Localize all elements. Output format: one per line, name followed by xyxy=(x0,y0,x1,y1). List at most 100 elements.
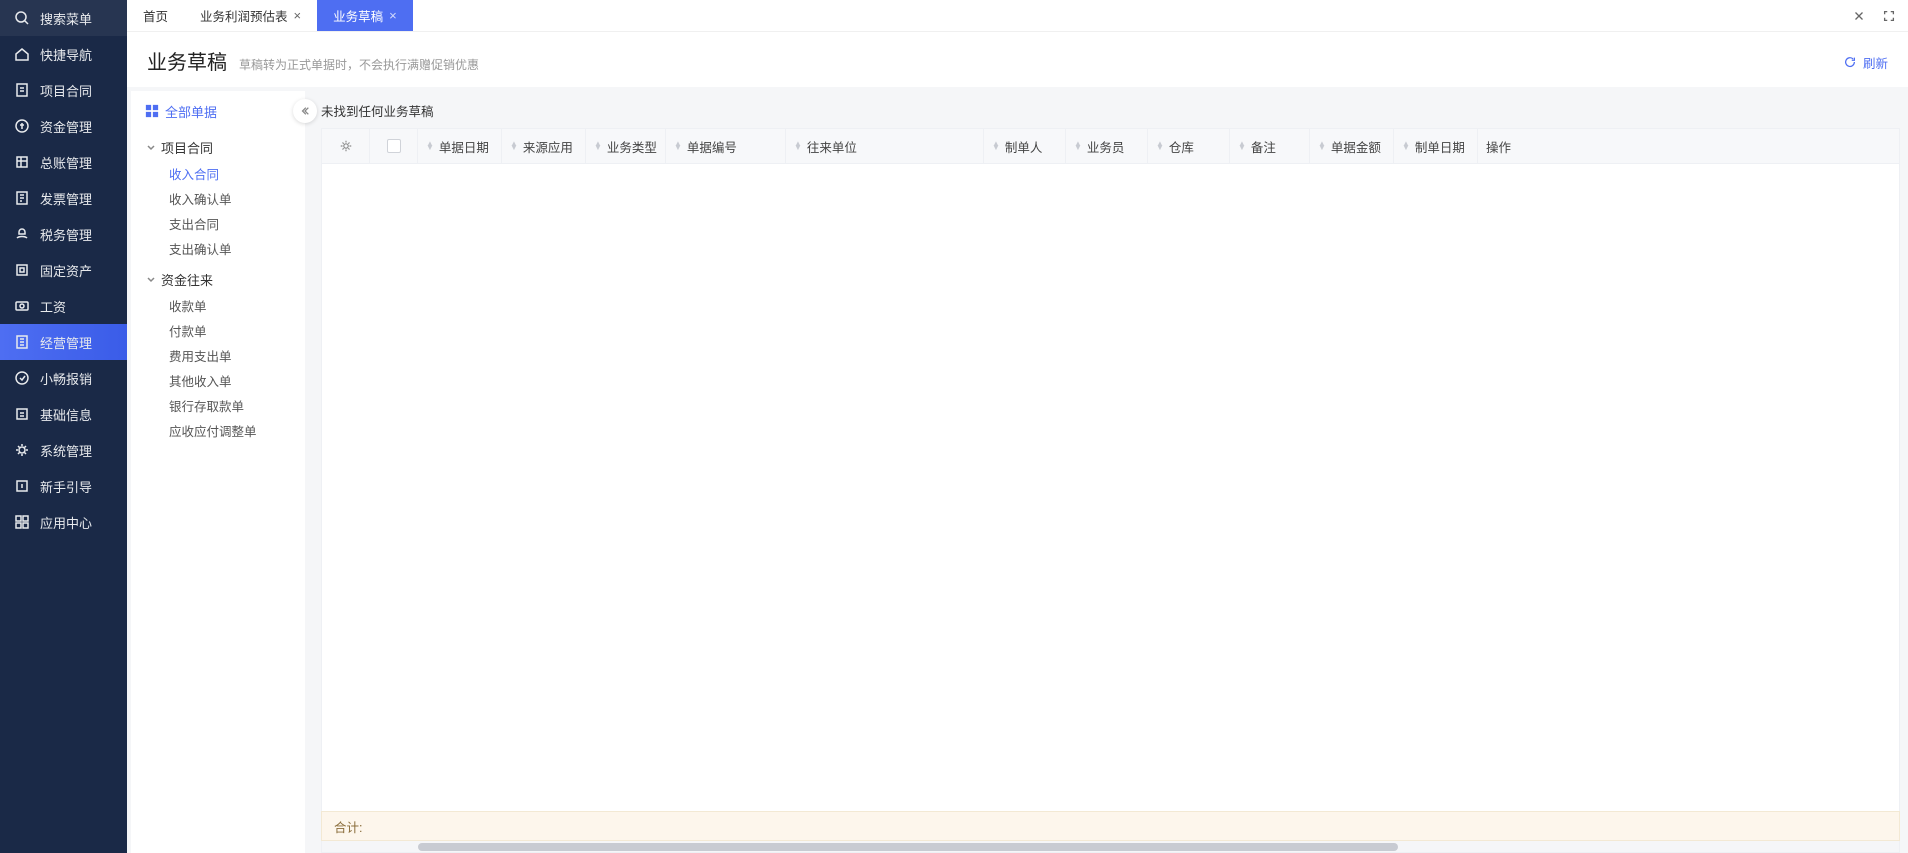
sort-icon: ▲▼ xyxy=(674,142,682,150)
column-header-action: 操作 xyxy=(1478,129,1562,163)
tab-close-icon[interactable]: × xyxy=(294,8,302,23)
tab[interactable]: 首页 xyxy=(127,0,184,31)
sidebar-item-label: 快捷导航 xyxy=(40,45,92,64)
sidebar-item-label: 发票管理 xyxy=(40,189,92,208)
sidebar-item-salary[interactable]: 工资 xyxy=(0,288,127,324)
sidebar-item-home[interactable]: 快捷导航 xyxy=(0,36,127,72)
tree-group-header[interactable]: 资金往来 xyxy=(131,265,305,293)
tab-label: 首页 xyxy=(143,6,168,25)
tree-item[interactable]: 其他收入单 xyxy=(131,368,305,393)
column-header-date[interactable]: ▲▼单据日期 xyxy=(418,129,502,163)
sidebar-item-label: 资金管理 xyxy=(40,117,92,136)
column-label: 业务类型 xyxy=(607,137,657,156)
page-header: 业务草稿 草稿转为正式单据时，不会执行满赠促销优惠 刷新 xyxy=(127,32,1908,87)
column-label: 来源应用 xyxy=(523,137,573,156)
sidebar-item-guide[interactable]: 新手引导 xyxy=(0,468,127,504)
column-header-sales[interactable]: ▲▼业务员 xyxy=(1066,129,1148,163)
panel-title-label: 全部单据 xyxy=(165,102,217,121)
column-label: 单据金额 xyxy=(1331,137,1381,156)
page-subtitle: 草稿转为正式单据时，不会执行满赠促销优惠 xyxy=(239,56,479,73)
column-label: 操作 xyxy=(1486,137,1511,156)
scrollbar-thumb[interactable] xyxy=(418,843,1398,851)
tax-icon xyxy=(14,226,30,242)
sidebar-item-label: 项目合同 xyxy=(40,81,92,100)
sidebar-item-label: 工资 xyxy=(40,297,66,316)
sidebar-item-label: 固定资产 xyxy=(40,261,92,280)
sidebar-item-label: 经营管理 xyxy=(40,333,92,352)
tree-item[interactable]: 收入合同 xyxy=(131,161,305,186)
tree-item[interactable]: 应收应付调整单 xyxy=(131,418,305,443)
refresh-button[interactable]: 刷新 xyxy=(1843,53,1888,72)
tree-item[interactable]: 支出合同 xyxy=(131,211,305,236)
sidebar-item-apps[interactable]: 应用中心 xyxy=(0,504,127,540)
apps-icon xyxy=(14,514,30,530)
panel-all-docs[interactable]: 全部单据 xyxy=(131,91,305,131)
column-label: 制单日期 xyxy=(1415,137,1465,156)
column-header-no[interactable]: ▲▼ 单据编号 xyxy=(666,129,786,163)
column-label: 单据编号 xyxy=(687,137,737,156)
column-header-source[interactable]: ▲▼ 来源应用 xyxy=(502,129,586,163)
sidebar-item-tax[interactable]: 税务管理 xyxy=(0,216,127,252)
fullscreen-icon[interactable] xyxy=(1880,7,1898,25)
tree-item[interactable]: 银行存取款单 xyxy=(131,393,305,418)
sidebar-item-label: 小畅报销 xyxy=(40,369,92,388)
tree-group-label: 项目合同 xyxy=(161,138,213,157)
tab-close-icon[interactable]: × xyxy=(389,8,397,23)
sort-icon: ▲▼ xyxy=(794,142,802,150)
column-header-warehouse[interactable]: ▲▼仓库 xyxy=(1148,129,1230,163)
sidebar-item-invoice[interactable]: 发票管理 xyxy=(0,180,127,216)
column-label: 备注 xyxy=(1251,137,1276,156)
column-label: 单据日期 xyxy=(439,137,489,156)
main-area: 首页 业务利润预估表 × 业务草稿 × 业务草稿 草稿转为正式单据时，不会执行满赠促销优… xyxy=(127,0,1908,853)
guide-icon xyxy=(14,478,30,494)
page-title: 业务草稿 xyxy=(147,46,227,75)
biz-icon xyxy=(14,334,30,350)
tree-group-header[interactable]: 项目合同 xyxy=(131,133,305,161)
sidebar-item-search[interactable]: 搜索菜单 xyxy=(0,0,127,36)
tab-label: 业务草稿 xyxy=(333,6,383,25)
table-body-empty xyxy=(321,164,1900,811)
column-header-check[interactable] xyxy=(370,129,418,163)
collapse-panel-button[interactable] xyxy=(293,99,317,123)
sidebar-item-asset[interactable]: 固定资产 xyxy=(0,252,127,288)
sidebar-item-label: 应用中心 xyxy=(40,513,92,532)
tab[interactable]: 业务利润预估表 × xyxy=(184,0,317,31)
tree-item[interactable]: 支出确认单 xyxy=(131,236,305,261)
column-label: 业务员 xyxy=(1087,137,1125,156)
sidebar-item-money[interactable]: 资金管理 xyxy=(0,108,127,144)
horizontal-scrollbar[interactable] xyxy=(321,841,1900,853)
column-header-partner[interactable]: ▲▼ 往来单位 xyxy=(786,129,984,163)
column-header-amount[interactable]: ▲▼单据金额 xyxy=(1310,129,1394,163)
sidebar-item-label: 总账管理 xyxy=(40,153,92,172)
tree-item[interactable]: 付款单 xyxy=(131,318,305,343)
close-all-icon[interactable] xyxy=(1850,7,1868,25)
sidebar-item-biz[interactable]: 经营管理 xyxy=(0,324,127,360)
sort-icon: ▲▼ xyxy=(1156,142,1164,150)
sidebar-item-label: 基础信息 xyxy=(40,405,92,424)
column-header-type[interactable]: ▲▼业务类型 xyxy=(586,129,666,163)
tree-item[interactable]: 费用支出单 xyxy=(131,343,305,368)
sidebar-item-ledger[interactable]: 总账管理 xyxy=(0,144,127,180)
tab[interactable]: 业务草稿 × xyxy=(317,0,413,31)
sidebar-item-info[interactable]: 基础信息 xyxy=(0,396,127,432)
column-header-remark[interactable]: ▲▼备注 xyxy=(1230,129,1310,163)
column-header-billdate[interactable]: ▲▼制单日期 xyxy=(1394,129,1478,163)
search-icon xyxy=(14,10,30,26)
column-label: 往来单位 xyxy=(807,137,857,156)
sidebar-item-label: 新手引导 xyxy=(40,477,92,496)
select-all-checkbox[interactable] xyxy=(387,139,401,153)
sidebar-item-doc[interactable]: 项目合同 xyxy=(0,72,127,108)
chevron-left-icon xyxy=(300,106,310,116)
tab-label: 业务利润预估表 xyxy=(200,6,288,25)
ledger-icon xyxy=(14,154,30,170)
tree-item[interactable]: 收入确认单 xyxy=(131,186,305,211)
refresh-icon xyxy=(1843,55,1857,69)
sidebar-item-reimburse[interactable]: 小畅报销 xyxy=(0,360,127,396)
sidebar-item-system[interactable]: 系统管理 xyxy=(0,432,127,468)
column-header-gear[interactable] xyxy=(322,129,370,163)
sort-icon: ▲▼ xyxy=(510,142,518,150)
refresh-label: 刷新 xyxy=(1863,53,1888,72)
salary-icon xyxy=(14,298,30,314)
column-header-creator[interactable]: ▲▼制单人 xyxy=(984,129,1066,163)
tree-item[interactable]: 收款单 xyxy=(131,293,305,318)
